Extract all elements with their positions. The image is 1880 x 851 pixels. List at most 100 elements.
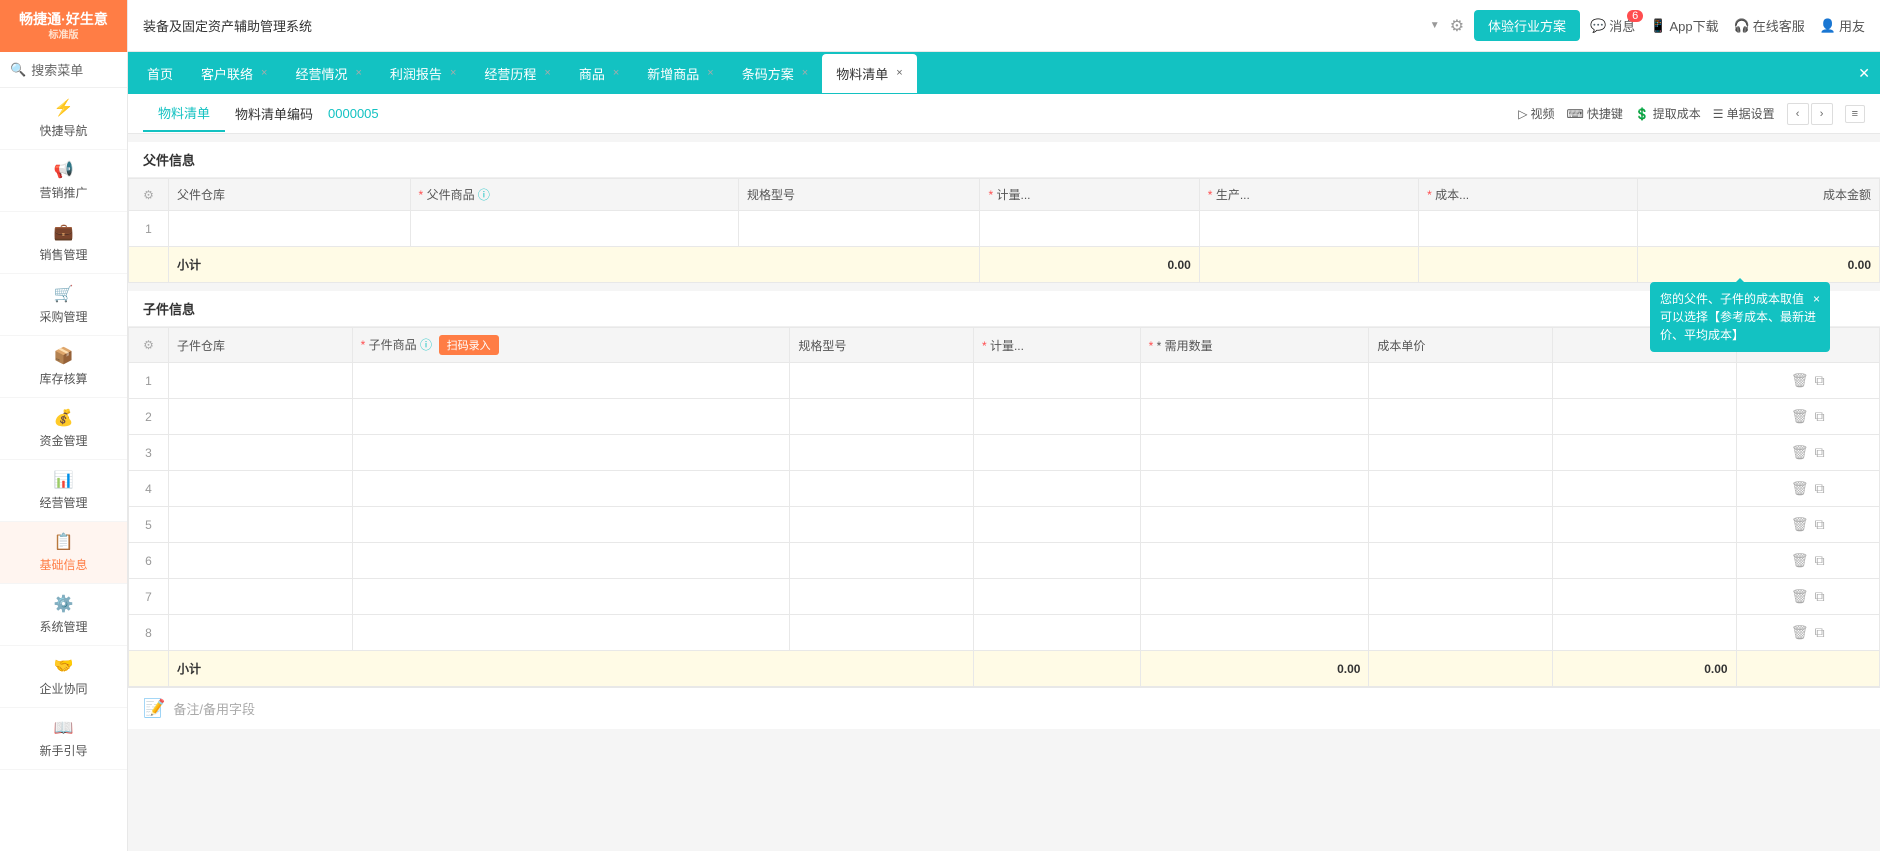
sidebar-item-enterprise[interactable]: 🤝 企业协同 [0,646,127,708]
child-row-1-qty-needed[interactable] [1140,363,1369,399]
tab-add-goods-close[interactable]: × [707,67,713,79]
child-row-4-qty-needed[interactable] [1140,471,1369,507]
copy-icon-row-3[interactable]: ⧉ [1815,444,1825,461]
child-row-5-unit-cost[interactable] [1369,507,1553,543]
parent-row-1-qty[interactable] [980,211,1199,247]
copy-icon-row-7[interactable]: ⧉ [1815,588,1825,605]
child-row-3-qty-needed[interactable] [1140,435,1369,471]
child-row-1-spec[interactable] [790,363,974,399]
copy-icon-row-2[interactable]: ⧉ [1815,408,1825,425]
child-row-4-warehouse[interactable] [169,471,353,507]
child-row-8-qty-needed[interactable] [1140,615,1369,651]
child-row-1-qty-unit[interactable] [973,363,1140,399]
child-row-7-unit-cost[interactable] [1369,579,1553,615]
delete-icon-row-1[interactable]: 🗑 [1791,372,1809,389]
parent-row-1-cost-amount[interactable] [1638,211,1880,247]
child-col-gear[interactable]: ⚙ [129,328,169,363]
shortcut-action[interactable]: ⌨ 快捷键 [1566,105,1622,122]
video-action[interactable]: ▷ 视频 [1518,105,1554,122]
child-row-6-goods[interactable] [352,543,790,579]
tab-profit[interactable]: 利润报告 × [376,54,470,93]
tab-add-goods[interactable]: 新增商品 × [633,54,727,93]
message-btn[interactable]: 💬 消息 6 [1590,16,1635,35]
tab-barcode[interactable]: 条码方案 × [728,54,822,93]
child-row-2-spec[interactable] [790,399,974,435]
child-row-7-goods[interactable] [352,579,790,615]
child-row-5-spec[interactable] [790,507,974,543]
sidebar-item-operations[interactable]: 📊 经营管理 [0,460,127,522]
child-row-5-qty-needed[interactable] [1140,507,1369,543]
delete-icon-row-8[interactable]: 🗑 [1791,624,1809,641]
sidebar-item-inventory[interactable]: 📦 库存核算 [0,336,127,398]
sidebar-item-marketing[interactable]: 📢 营销推广 [0,150,127,212]
child-row-5-qty-unit[interactable] [973,507,1140,543]
sidebar-item-guide[interactable]: 📖 新手引导 [0,708,127,770]
child-row-6-qty-unit[interactable] [973,543,1140,579]
child-row-7-qty-needed[interactable] [1140,579,1369,615]
child-row-4-qty-unit[interactable] [973,471,1140,507]
child-row-2-unit-cost[interactable] [1369,399,1553,435]
child-row-3-qty-unit[interactable] [973,435,1140,471]
parent-row-1-cost[interactable] [1419,211,1638,247]
child-row-7-spec[interactable] [790,579,974,615]
tab-customer[interactable]: 客户联络 × [187,54,281,93]
child-row-8-goods[interactable] [352,615,790,651]
child-row-8-warehouse[interactable] [169,615,353,651]
copy-icon-row-8[interactable]: ⧉ [1815,624,1825,641]
sub-tab-bom[interactable]: 物料清单 [143,95,225,132]
trial-button[interactable]: 体验行业方案 [1474,10,1580,41]
parent-row-1-production[interactable] [1199,211,1418,247]
tab-barcode-close[interactable]: × [802,67,808,79]
copy-icon-row-6[interactable]: ⧉ [1815,552,1825,569]
sidebar-item-purchase[interactable]: 🛒 采购管理 [0,274,127,336]
parent-row-1-warehouse[interactable] [169,211,411,247]
child-row-2-goods[interactable] [352,399,790,435]
child-row-4-unit-cost[interactable] [1369,471,1553,507]
tab-ops-history-close[interactable]: × [544,67,550,79]
tab-ops-status-close[interactable]: × [355,67,361,79]
delete-icon-row-4[interactable]: 🗑 [1791,480,1809,497]
child-row-6-qty-needed[interactable] [1140,543,1369,579]
settings-gear-icon[interactable]: ⚙ [1450,16,1464,36]
single-setting-action[interactable]: ☰ 单据设置 [1713,105,1775,122]
child-row-8-spec[interactable] [790,615,974,651]
delete-icon-row-2[interactable]: 🗑 [1791,408,1809,425]
child-row-5-cost-amount[interactable] [1552,507,1736,543]
child-row-3-warehouse[interactable] [169,435,353,471]
tab-goods-close[interactable]: × [613,67,619,79]
delete-icon-row-5[interactable]: 🗑 [1791,516,1809,533]
child-row-5-goods[interactable] [352,507,790,543]
child-row-2-cost-amount[interactable] [1552,399,1736,435]
tab-bom[interactable]: 物料清单 × [822,54,916,93]
child-row-5-warehouse[interactable] [169,507,353,543]
child-row-3-unit-cost[interactable] [1369,435,1553,471]
child-row-6-warehouse[interactable] [169,543,353,579]
child-row-1-cost-amount[interactable] [1552,363,1736,399]
sidebar-item-basic-info[interactable]: 📋 基础信息 [0,522,127,584]
online-service-btn[interactable]: 🎧 在线客服 [1734,16,1805,35]
child-row-8-qty-unit[interactable] [973,615,1140,651]
tab-profit-close[interactable]: × [450,67,456,79]
tab-ops-status[interactable]: 经营情况 × [281,54,375,93]
child-row-8-unit-cost[interactable] [1369,615,1553,651]
child-row-1-warehouse[interactable] [169,363,353,399]
prev-arrow[interactable]: ‹ [1787,103,1809,125]
tab-bom-close[interactable]: × [896,67,902,79]
tab-ops-history[interactable]: 经营历程 × [470,54,564,93]
copy-icon-row-4[interactable]: ⧉ [1815,480,1825,497]
child-row-2-qty-needed[interactable] [1140,399,1369,435]
child-row-4-spec[interactable] [790,471,974,507]
child-row-1-unit-cost[interactable] [1369,363,1553,399]
scan-input-btn[interactable]: 扫码录入 [439,335,499,355]
delete-icon-row-7[interactable]: 🗑 [1791,588,1809,605]
child-row-4-cost-amount[interactable] [1552,471,1736,507]
app-download-btn[interactable]: 📱 App下载 [1650,16,1718,35]
child-row-2-warehouse[interactable] [169,399,353,435]
sidebar-item-sales[interactable]: 💼 销售管理 [0,212,127,274]
child-row-4-goods[interactable] [352,471,790,507]
child-row-2-qty-unit[interactable] [973,399,1140,435]
copy-icon-row-1[interactable]: ⧉ [1815,372,1825,389]
user-btn[interactable]: 👤 用友 [1820,16,1865,35]
delete-icon-row-6[interactable]: 🗑 [1791,552,1809,569]
sidebar-item-quick-nav[interactable]: ⚡ 快捷导航 [0,88,127,150]
